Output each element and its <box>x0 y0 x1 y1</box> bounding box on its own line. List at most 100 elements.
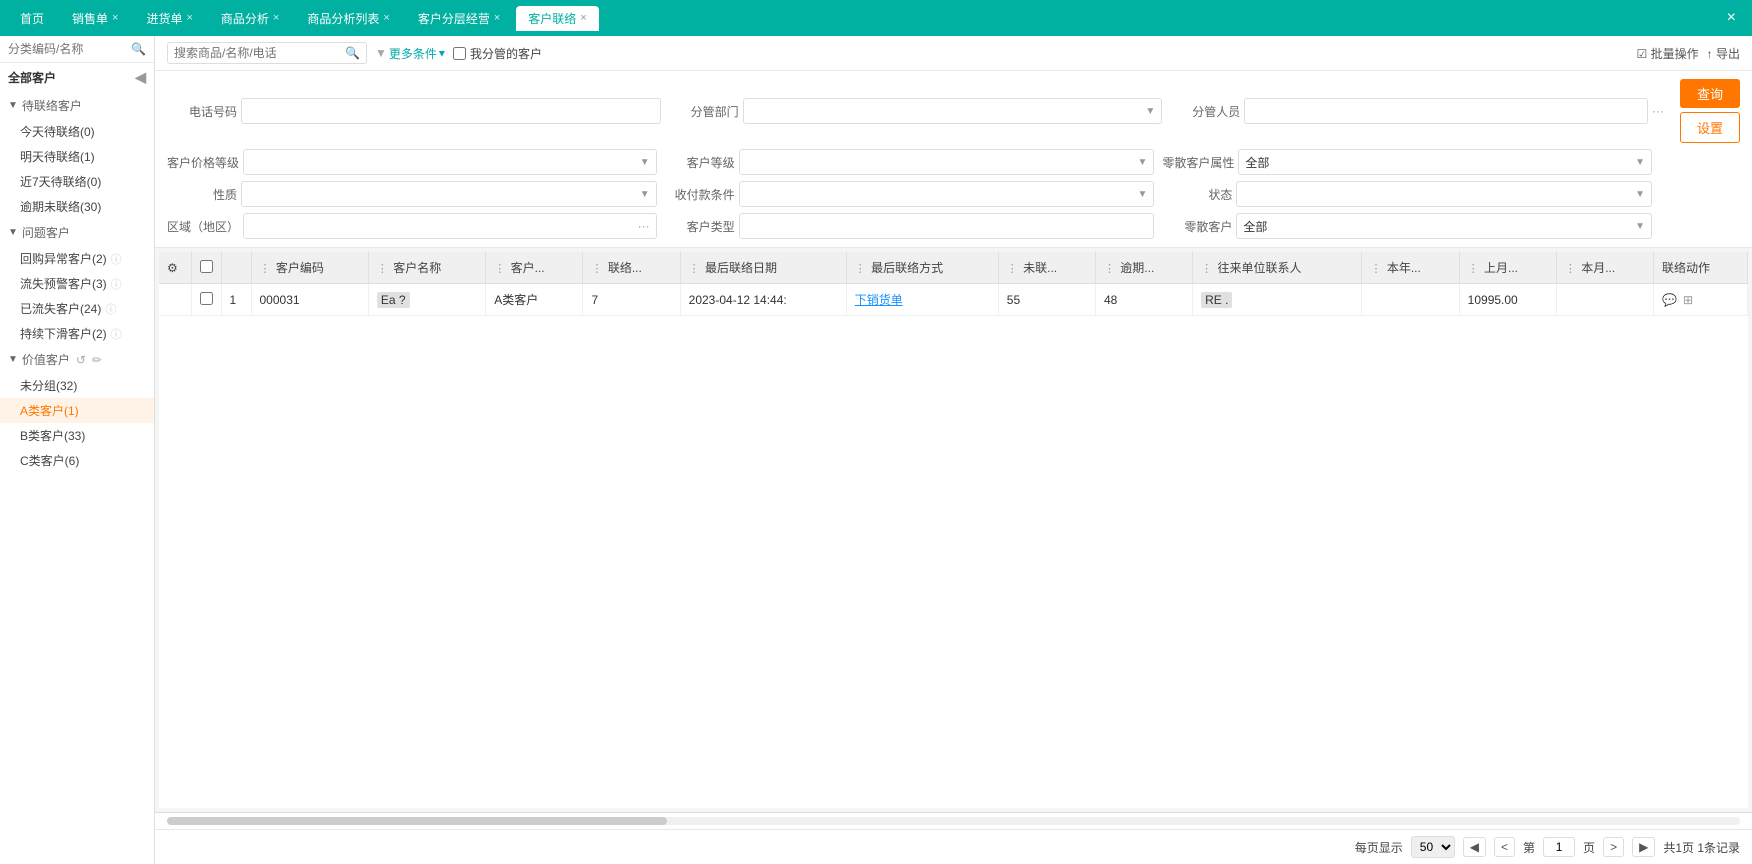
sidebar-section-pending[interactable]: ▼ 待联络客户 <box>0 92 154 119</box>
col-last-month[interactable]: ⋮ 上月... <box>1459 252 1556 284</box>
row-checkbox[interactable] <box>200 292 213 305</box>
sidebar-search-input[interactable] <box>8 42 127 56</box>
nav-purchase-close[interactable]: × <box>186 12 192 24</box>
query-button[interactable]: 查询 <box>1680 79 1740 108</box>
filter-price-level-select[interactable]: ▼ <box>243 149 657 175</box>
col-overdue[interactable]: ⋮ 逾期... <box>1095 252 1192 284</box>
sidebar-search-bar[interactable]: 🔍 <box>0 36 154 63</box>
filter-cust-type-select[interactable] <box>739 213 1155 239</box>
nav-customer-contact[interactable]: 客户联络 × <box>516 6 598 31</box>
value-edit-icon[interactable]: ✏ <box>92 353 102 367</box>
sidebar-item-repurchase-abnormal[interactable]: 回购异常客户(2) ⓘ <box>0 246 154 271</box>
nav-product-analysis-close[interactable]: × <box>273 12 279 24</box>
col-this-month[interactable]: ⋮ 本月... <box>1556 252 1653 284</box>
filter-payment-select[interactable]: ▼ <box>739 181 1155 207</box>
nav-product-list[interactable]: 商品分析列表 × <box>295 6 401 31</box>
sidebar-section-value[interactable]: ▼ 价值客户 ↺ ✏ <box>0 346 154 373</box>
nav-sales-close[interactable]: × <box>112 12 118 24</box>
page-input[interactable] <box>1543 837 1575 857</box>
filter-status-select[interactable]: ▼ <box>1236 181 1652 207</box>
page-prev-btn[interactable]: ◀ <box>1463 837 1486 857</box>
scroll-thumb[interactable] <box>167 817 667 825</box>
col-last-date[interactable]: ⋮ 最后联络日期 <box>680 252 846 284</box>
value-refresh-icon[interactable]: ↺ <box>76 353 86 367</box>
filter-payment: 收付款条件 ▼ <box>665 181 1155 207</box>
nav-customer-segment-close[interactable]: × <box>494 12 500 24</box>
per-page-select[interactable]: 50 <box>1411 836 1455 858</box>
filter-person-more[interactable]: ··· <box>1652 104 1664 118</box>
col-settings[interactable]: ⚙ <box>159 252 191 284</box>
col-checkbox-all[interactable] <box>191 252 221 284</box>
horizontal-scrollbar[interactable] <box>155 812 1752 829</box>
nav-customer-segment[interactable]: 客户分层经营 × <box>406 6 512 31</box>
col-unit-contact[interactable]: ⋮ 往来单位联系人 <box>1193 252 1362 284</box>
filter-person-input[interactable] <box>1244 98 1648 124</box>
nav-customer-contact-close[interactable]: × <box>580 12 586 24</box>
filter-search-box[interactable]: 🔍 <box>167 42 367 64</box>
nav-home[interactable]: 首页 <box>8 6 56 31</box>
nav-purchase[interactable]: 进货单 × <box>134 6 204 31</box>
nav-product-list-close[interactable]: × <box>383 12 389 24</box>
row-overdue-cell: 48 <box>1095 284 1192 316</box>
sidebar-item-declining[interactable]: 持续下滑客户(2) ⓘ <box>0 321 154 346</box>
col-customer-name[interactable]: ⋮ 客户名称 <box>368 252 485 284</box>
nav-product-analysis[interactable]: 商品分析 × <box>209 6 291 31</box>
pagination: 每页显示 50 ◀ < 第 页 > ▶ 共1页 1条记录 <box>155 829 1752 864</box>
col-contact[interactable]: ⋮ 联络... <box>583 252 680 284</box>
info-icon-lost-warning: ⓘ <box>111 276 122 292</box>
sidebar-item-lost-warning[interactable]: 流失预警客户(3) ⓘ <box>0 271 154 296</box>
close-all-tabs[interactable]: × <box>1719 9 1744 27</box>
action-link-icon[interactable]: ⊞ <box>1683 293 1693 307</box>
scroll-track[interactable] <box>167 817 1740 825</box>
page-next-step[interactable]: > <box>1603 837 1624 857</box>
col-last-method[interactable]: ⋮ 最后联络方式 <box>846 252 998 284</box>
status-arrow: ▼ <box>1635 189 1645 200</box>
sidebar-section-problem[interactable]: ▼ 问题客户 <box>0 219 154 246</box>
col-customer-code[interactable]: ⋮ 客户编码 <box>251 252 368 284</box>
export-btn[interactable]: ↑ 导出 <box>1707 45 1740 62</box>
settings-button[interactable]: 设置 <box>1680 112 1740 143</box>
filter-scatter-attr: 零散客户属性 全部 ▼ <box>1162 149 1652 175</box>
filter-search-icon[interactable]: 🔍 <box>345 46 360 60</box>
sidebar-search-icon[interactable]: 🔍 <box>131 42 146 56</box>
sidebar-item-class-b[interactable]: B类客户(33) <box>0 423 154 448</box>
my-customers-checkbox[interactable] <box>453 47 466 60</box>
sidebar-item-class-c[interactable]: C类客户(6) <box>0 448 154 473</box>
sidebar-item-tomorrow[interactable]: 明天待联络(1) <box>0 144 154 169</box>
sidebar-item-class-a[interactable]: A类客户(1) <box>0 398 154 423</box>
filter-nature-select[interactable]: ▼ <box>241 181 657 207</box>
batch-operations-btn[interactable]: ☑ 批量操作 <box>1637 45 1699 62</box>
sidebar-item-7days[interactable]: 近7天待联络(0) <box>0 169 154 194</box>
sidebar-collapse-icon[interactable]: ◀ <box>135 69 146 86</box>
filter-phone-input[interactable] <box>241 98 661 124</box>
sidebar-all-customers[interactable]: 全部客户 ◀ <box>0 63 154 92</box>
sidebar-item-lost[interactable]: 已流失客户(24) ⓘ <box>0 296 154 321</box>
action-chat-icon[interactable]: 💬 <box>1662 293 1677 307</box>
sidebar-item-ungrouped[interactable]: 未分组(32) <box>0 373 154 398</box>
row-last-method-cell[interactable]: 下销货单 <box>846 284 998 316</box>
row-index-cell: 1 <box>221 284 251 316</box>
filter-region-select[interactable]: ··· <box>243 213 657 239</box>
row-checkbox-cell[interactable] <box>191 284 221 316</box>
filter-more-conditions[interactable]: ▼ 更多条件 ▾ <box>375 45 445 62</box>
region-dots[interactable]: ··· <box>638 219 650 233</box>
customer-table: ⚙ ⋮ 客户编码 ⋮ 客户名称 <box>159 252 1748 316</box>
select-all-checkbox[interactable] <box>200 260 213 273</box>
col-un-contact[interactable]: ⋮ 未联... <box>998 252 1095 284</box>
page-prev-step[interactable]: < <box>1494 837 1515 857</box>
info-icon-declining: ⓘ <box>111 326 122 342</box>
filter-search-input[interactable] <box>174 46 341 60</box>
my-customers-check[interactable]: 我分管的客户 <box>453 45 542 62</box>
nav-sales[interactable]: 销售单 × <box>60 6 130 31</box>
sidebar-item-today[interactable]: 今天待联络(0) <box>0 119 154 144</box>
col-customer-type[interactable]: ⋮ 客户... <box>486 252 583 284</box>
row-actions-cell[interactable]: 💬 ⊞ <box>1654 284 1748 316</box>
col-this-year[interactable]: ⋮ 本年... <box>1362 252 1459 284</box>
filter-scatter-attr-select[interactable]: 全部 ▼ <box>1238 149 1652 175</box>
data-table-area: ⚙ ⋮ 客户编码 ⋮ 客户名称 <box>159 252 1748 808</box>
sidebar-item-overdue[interactable]: 逾期未联络(30) <box>0 194 154 219</box>
filter-scatter-cust-select[interactable]: 全部 ▼ <box>1236 213 1652 239</box>
filter-dept-select[interactable]: ▼ <box>743 98 1163 124</box>
filter-cust-level-select[interactable]: ▼ <box>739 149 1155 175</box>
page-next-btn[interactable]: ▶ <box>1632 837 1655 857</box>
